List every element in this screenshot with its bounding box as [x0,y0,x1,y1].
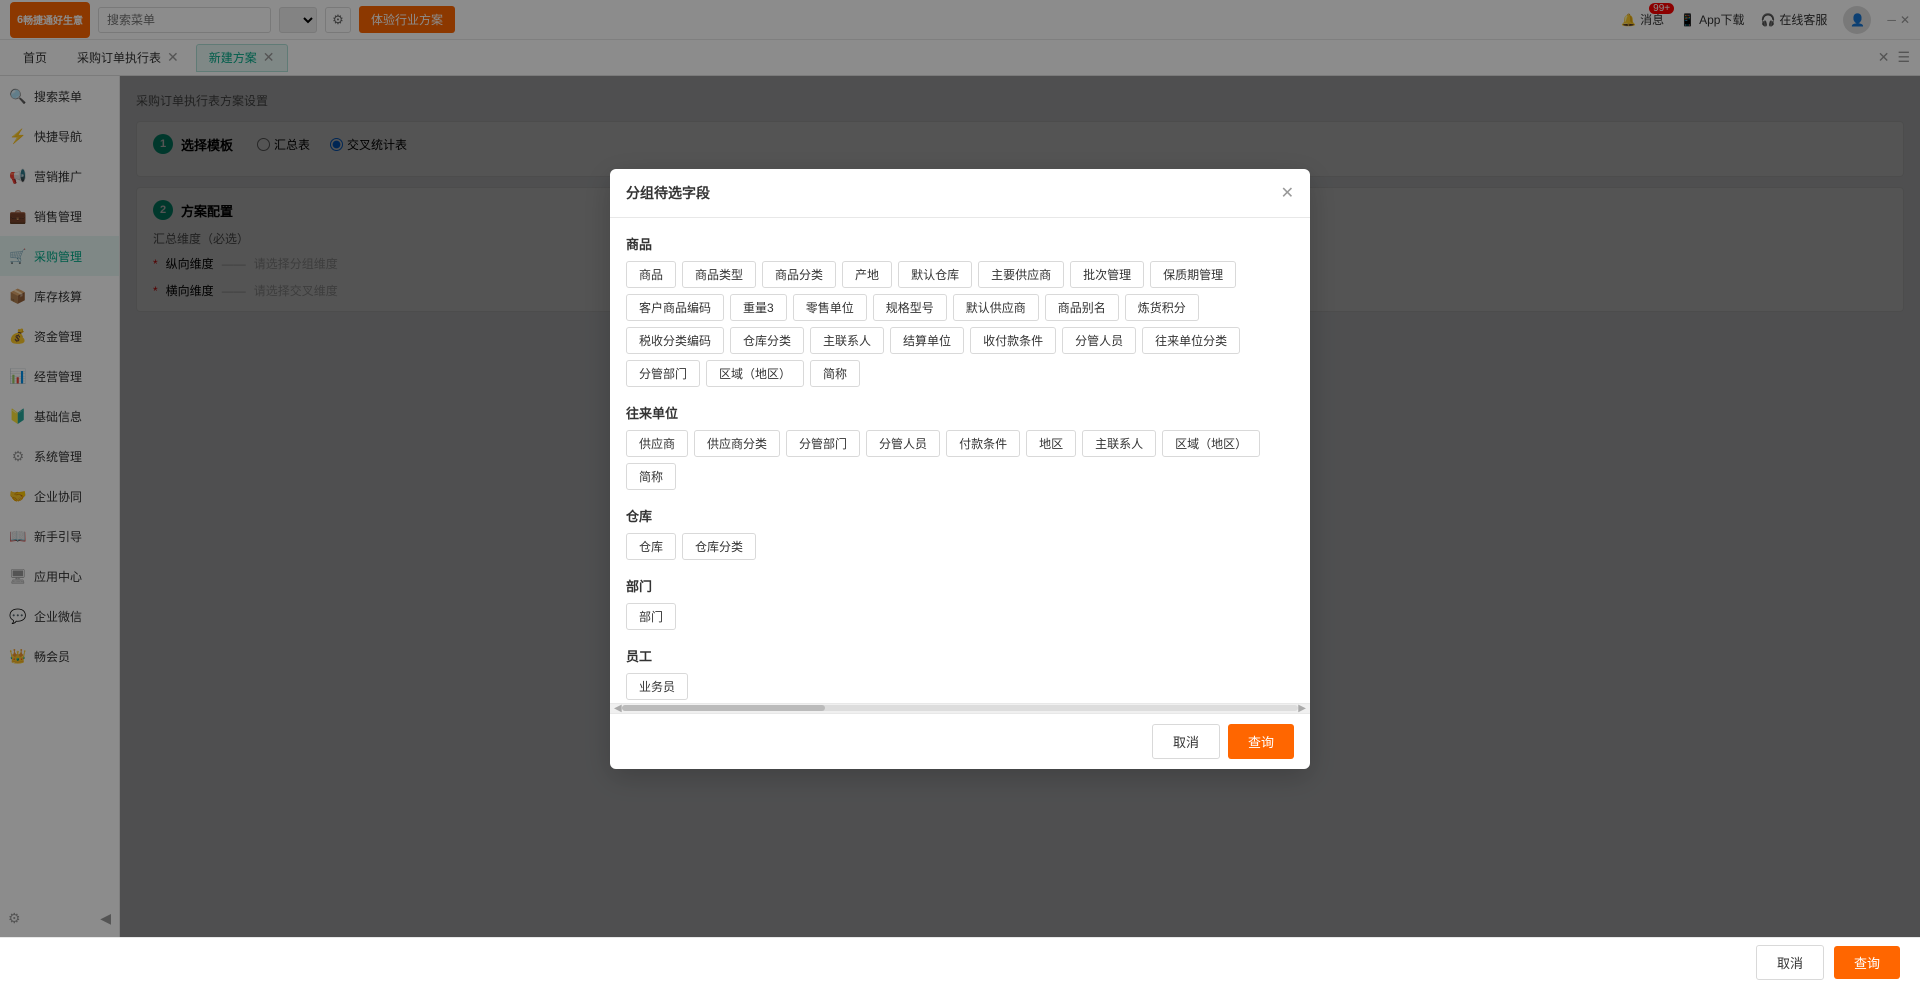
field-tag-settlement-unit[interactable]: 结算单位 [890,327,964,354]
field-tag-dept-person[interactable]: 分管人员 [866,430,940,457]
field-tag-manager[interactable]: 分管人员 [1062,327,1136,354]
section-staff: 员工 业务员 [626,646,1294,700]
modal-backdrop: 分组待选字段 ✕ 商品 商品 商品类型 商品分类 产地 默认仓库 主要供应商 批… [0,0,1920,937]
field-tag-batch-mgmt[interactable]: 批次管理 [1070,261,1144,288]
section-staff-tags: 业务员 [626,673,1294,700]
field-tag-area[interactable]: 地区 [1026,430,1076,457]
scroll-track [622,705,1299,711]
modal-body: 商品 商品 商品类型 商品分类 产地 默认仓库 主要供应商 批次管理 保质期管理… [610,218,1310,703]
field-selection-modal: 分组待选字段 ✕ 商品 商品 商品类型 商品分类 产地 默认仓库 主要供应商 批… [610,169,1310,769]
section-product-title: 商品 [626,234,1294,253]
field-tag-main-contact-partner[interactable]: 主联系人 [1082,430,1156,457]
section-partner-title: 往来单位 [626,403,1294,422]
field-tag-product-type[interactable]: 商品类型 [682,261,756,288]
scroll-thumb [622,705,825,711]
field-tag-abbr[interactable]: 简称 [810,360,860,387]
section-dept: 部门 部门 [626,576,1294,630]
field-tag-weight3[interactable]: 重量3 [730,294,787,321]
field-tag-customer-code[interactable]: 客户商品编码 [626,294,724,321]
modal-cancel-button[interactable]: 取消 [1152,724,1220,759]
bottom-bar: 取消 查询 [0,937,1920,987]
confirm-button[interactable]: 查询 [1834,946,1900,979]
section-product: 商品 商品 商品类型 商品分类 产地 默认仓库 主要供应商 批次管理 保质期管理… [626,234,1294,387]
field-tag-warehouse[interactable]: 仓库 [626,533,676,560]
field-tag-tax-code[interactable]: 税收分类编码 [626,327,724,354]
field-tag-product[interactable]: 商品 [626,261,676,288]
field-tag-spec-model[interactable]: 规格型号 [873,294,947,321]
field-tag-product-alias[interactable]: 商品别名 [1045,294,1119,321]
field-tag-default-supplier[interactable]: 默认供应商 [953,294,1039,321]
section-dept-tags: 部门 [626,603,1294,630]
field-tag-payment-cond[interactable]: 付款条件 [946,430,1020,457]
field-tag-dept-mgmt[interactable]: 分管部门 [786,430,860,457]
section-partner-tags: 供应商 供应商分类 分管部门 分管人员 付款条件 地区 主联系人 区域（地区） … [626,430,1294,490]
field-tag-supplier-category[interactable]: 供应商分类 [694,430,780,457]
field-tag-partner-category[interactable]: 往来单位分类 [1142,327,1240,354]
field-tag-region-product[interactable]: 区域（地区） [706,360,804,387]
field-tag-supplier[interactable]: 供应商 [626,430,688,457]
field-tag-warehouse-cat[interactable]: 仓库分类 [682,533,756,560]
field-tag-default-warehouse[interactable]: 默认仓库 [898,261,972,288]
modal-title: 分组待选字段 [626,183,710,203]
section-staff-title: 员工 [626,646,1294,665]
field-tag-mgmt-dept[interactable]: 分管部门 [626,360,700,387]
section-warehouse: 仓库 仓库 仓库分类 [626,506,1294,560]
modal-footer: 取消 查询 [610,713,1310,769]
modal-scrollbar[interactable]: ◀ ▶ [610,703,1310,713]
field-tag-warehouse-category[interactable]: 仓库分类 [730,327,804,354]
field-tag-main-supplier[interactable]: 主要供应商 [978,261,1064,288]
section-product-tags: 商品 商品类型 商品分类 产地 默认仓库 主要供应商 批次管理 保质期管理 客户… [626,261,1294,387]
modal-confirm-button[interactable]: 查询 [1228,724,1294,759]
field-tag-dept[interactable]: 部门 [626,603,676,630]
section-warehouse-title: 仓库 [626,506,1294,525]
field-tag-payment-terms[interactable]: 收付款条件 [970,327,1056,354]
section-partner: 往来单位 供应商 供应商分类 分管部门 分管人员 付款条件 地区 主联系人 区域… [626,403,1294,490]
field-tag-product-category[interactable]: 商品分类 [762,261,836,288]
section-dept-title: 部门 [626,576,1294,595]
field-tag-points[interactable]: 炼货积分 [1125,294,1199,321]
modal-header: 分组待选字段 ✕ [610,169,1310,218]
field-tag-region-partner[interactable]: 区域（地区） [1162,430,1260,457]
field-tag-abbr-partner[interactable]: 简称 [626,463,676,490]
field-tag-shelf-life[interactable]: 保质期管理 [1150,261,1236,288]
field-tag-retail-unit[interactable]: 零售单位 [793,294,867,321]
field-tag-origin[interactable]: 产地 [842,261,892,288]
field-tag-salesperson[interactable]: 业务员 [626,673,688,700]
modal-close-button[interactable]: ✕ [1281,183,1294,203]
field-tag-main-contact[interactable]: 主联系人 [810,327,884,354]
section-warehouse-tags: 仓库 仓库分类 [626,533,1294,560]
cancel-button[interactable]: 取消 [1756,945,1824,980]
